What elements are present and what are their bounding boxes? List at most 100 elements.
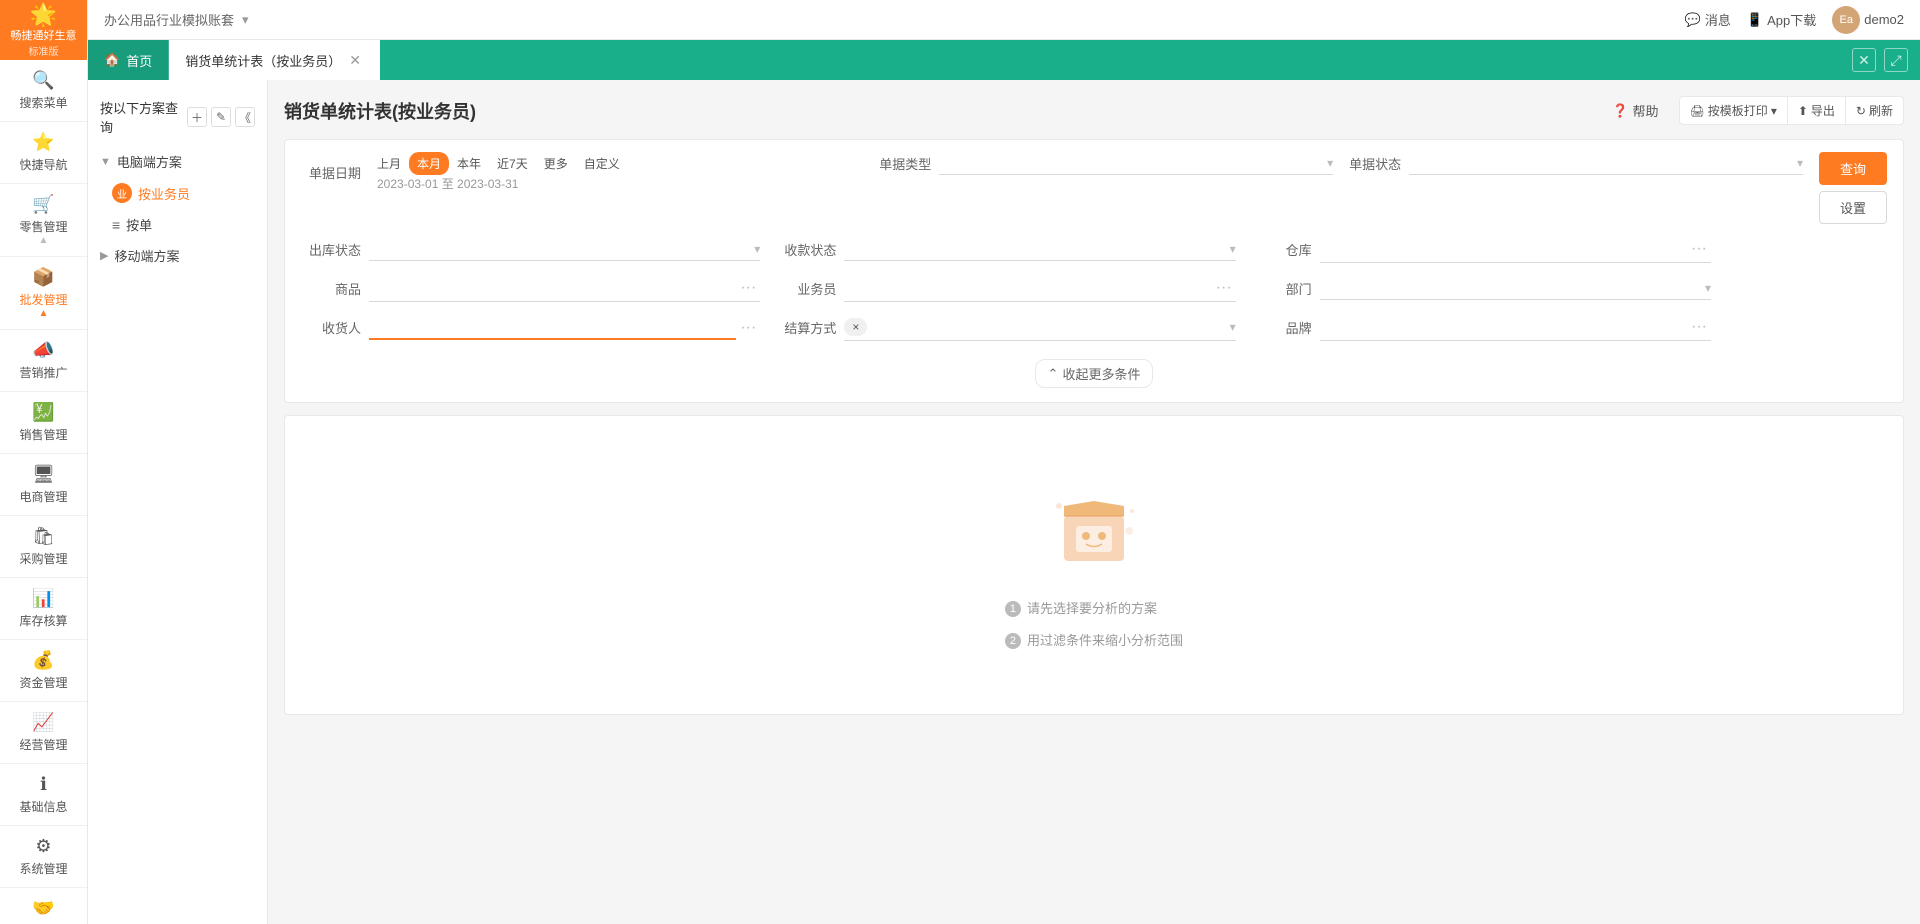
tree-item-by-salesperson[interactable]: 业 按业务员 [88,177,267,209]
sidebar-item-system[interactable]: ⚙ 系统管理 [0,826,88,888]
warehouse-label: 仓库 [1252,240,1312,259]
tree-label-mobile-folder: 移动端方案 [114,246,179,265]
sidebar-item-enterprise[interactable]: 🤝 企业协同 [0,888,88,924]
tree-item-mobile-folder[interactable]: ▶ 移动端方案 [88,240,267,271]
collapse-btn[interactable]: ⌃ 收起更多条件 [1035,359,1154,388]
tab-close-icon[interactable]: ✕ [347,50,363,71]
date-tab-last-7days[interactable]: 近7天 [489,152,536,175]
tree-item-by-order[interactable]: ≡ 按单 [88,209,267,240]
refresh-btn[interactable]: ↻ 刷新 [1846,97,1903,124]
message-btn[interactable]: 💬 消息 [1685,10,1731,29]
out-status-label: 出库状态 [301,240,361,259]
sidebar-item-marketing[interactable]: 📣 营销推广 [0,330,88,392]
sidebar-item-quick-nav[interactable]: ⭐ 快捷导航 [0,122,88,184]
goods-input[interactable]: ··· [369,275,760,302]
out-status-select[interactable]: ▾ [369,238,760,261]
sidebar-item-finance[interactable]: 💰 资金管理 [0,640,88,702]
export-label: 导出 [1811,102,1835,119]
settings-button[interactable]: 设置 [1819,191,1887,224]
page-title-bar: 销货单统计表(按业务员) ❓ 帮助 🖨 按模板打印 ▾ ⬆ [284,96,1904,125]
marketing-icon: 📣 [32,340,54,361]
export-btn[interactable]: ⬆ 导出 [1788,97,1846,124]
filter-item-payment: 结算方式 × ▾ [776,314,1251,341]
tree-label-order: 按单 [126,215,152,234]
retail-arrow: ▲ [39,235,49,246]
filter-section: 单据日期 上月 本月 本年 近7天 更多 自定义 2023-03-01 至 20… [284,139,1904,403]
filter-row-3: 商品 ··· 业务员 ··· 部门 [301,275,1887,302]
edit-scheme-btn[interactable]: ✎ [211,107,231,127]
goods-dots[interactable]: ··· [736,279,760,297]
consignee-input[interactable] [369,315,736,340]
app-logo[interactable]: 🌟 畅捷通好生意 标准版 [0,0,88,60]
sidebar-item-quick-nav-label: 快捷导航 [19,156,67,173]
department-select[interactable]: ▾ [1320,277,1711,300]
tab-sales-stat[interactable]: 销货单统计表（按业务员） ✕ [169,40,380,80]
empty-state: 1 请先选择要分析的方案 2 用过滤条件来缩小分析范围 [285,416,1903,714]
operations-icon: 📈 [32,712,54,733]
salesperson-dots[interactable]: ··· [1212,279,1236,297]
tab-home-label: 首页 [126,51,152,70]
user-profile-btn[interactable]: Ea demo2 [1832,6,1904,34]
help-btn[interactable]: ❓ 帮助 [1604,97,1666,124]
sidebar-item-sales[interactable]: 💹 销售管理 [0,392,88,454]
page-title: 销货单统计表(按业务员) [284,98,476,124]
warehouse-dots[interactable]: ··· [1687,240,1711,258]
doc-status-select[interactable]: ▾ [1409,152,1803,175]
date-tab-last-month[interactable]: 上月 [369,152,409,175]
consignee-dots[interactable]: ··· [736,319,760,337]
export-icon: ⬆ [1798,104,1808,118]
sidebar-item-retail[interactable]: 🛒 零售管理 ▲ [0,184,88,257]
sidebar-item-operations[interactable]: 📈 经营管理 [0,702,88,764]
app-download-btn[interactable]: 📱 App下载 [1747,10,1816,29]
date-tab-custom[interactable]: 自定义 [576,152,628,175]
message-icon: 💬 [1685,12,1701,28]
breadcrumb-dropdown-icon[interactable]: ▾ [242,12,249,28]
receipt-status-select[interactable]: ▾ [844,238,1235,261]
date-range: 2023-03-01 至 2023-03-31 [377,175,628,192]
tab-home-icon: 🏠 [104,52,120,68]
filter-row-1: 单据日期 上月 本月 本年 近7天 更多 自定义 2023-03-01 至 20… [301,152,1887,224]
tree-item-pc-folder[interactable]: ▼ 电脑端方案 [88,146,267,177]
top-nav-right: 💬 消息 📱 App下载 Ea demo2 [1685,6,1904,34]
refresh-icon: ↻ [1856,104,1866,118]
date-tab-current-month[interactable]: 本月 [409,152,449,175]
sidebar-item-basic[interactable]: ℹ 基础信息 [0,764,88,826]
brand-input[interactable]: ··· [1320,314,1711,341]
doc-type-select[interactable]: ▾ [939,152,1333,175]
doc-type-arrow: ▾ [1327,156,1333,170]
add-scheme-btn[interactable]: ＋ [187,107,207,127]
inventory-icon: 📊 [32,588,54,609]
tree-icon-salesperson: 业 [112,183,132,203]
collapse-panel-btn[interactable]: 《 [235,107,255,127]
filter-item-date: 单据日期 上月 本月 本年 近7天 更多 自定义 2023-03-01 至 20… [301,152,871,192]
filter-item-department: 部门 ▾ [1252,277,1727,300]
date-tab-current-year[interactable]: 本年 [449,152,489,175]
payment-label: 结算方式 [776,318,836,337]
warehouse-input[interactable]: ··· [1320,236,1711,263]
tab-close-btn[interactable]: ✕ [1852,48,1876,72]
sidebar-item-purchase-label: 采购管理 [19,550,67,567]
sidebar-item-wholesale[interactable]: 📦 批发管理 ▲ [0,257,88,330]
help-icon: ❓ [1612,103,1628,119]
print-btn[interactable]: 🖨 按模板打印 ▾ [1680,97,1788,124]
tab-home[interactable]: 🏠 首页 [88,40,169,80]
brand-dots[interactable]: ··· [1687,318,1711,336]
tree-label-salesperson: 按业务员 [138,184,190,203]
sidebar-item-ecommerce[interactable]: 🖥 电商管理 [0,454,88,516]
sidebar-item-purchase[interactable]: 🛍 采购管理 [0,516,88,578]
salesperson-label: 业务员 [776,279,836,298]
app-name: 畅捷通好生意 [11,30,77,43]
payment-tag-x[interactable]: × [852,320,859,334]
sidebar-item-search-menu[interactable]: 🔍 搜索菜单 [0,60,88,122]
tab-expand-btn[interactable]: ⤢ [1884,48,1908,72]
salesperson-input[interactable]: ··· [844,275,1235,302]
query-button[interactable]: 查询 [1819,152,1887,185]
sidebar-item-inventory[interactable]: 📊 库存核算 [0,578,88,640]
main-area: 办公用品行业模拟账套 ▾ 💬 消息 📱 App下载 Ea demo2 🏠 首页 [88,0,1920,924]
payment-select[interactable]: × ▾ [844,314,1235,341]
filter-item-receipt-status: 收款状态 ▾ [776,238,1251,261]
action-buttons: 查询 设置 [1819,152,1887,224]
date-tab-more[interactable]: 更多 [536,152,576,175]
sidebar-item-operations-label: 经营管理 [19,736,67,753]
empty-tip-2: 2 用过滤条件来缩小分析范围 [1005,628,1183,654]
